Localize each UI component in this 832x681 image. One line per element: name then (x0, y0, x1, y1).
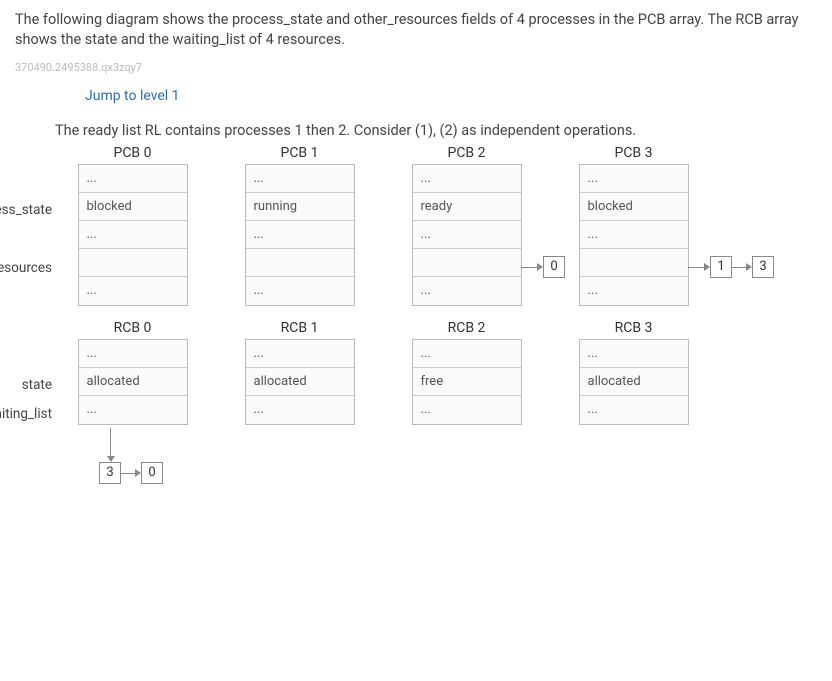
pcb-0-title: PCB 0 (55, 145, 210, 161)
rcb-3-row0: ... (580, 340, 688, 368)
rcb-section: state waiting_list RCB 0 ... allocated .… (55, 320, 817, 425)
rcb-0-waiting-list: ... (79, 396, 187, 424)
rcb-2-waiting-list: ... (413, 396, 521, 424)
rcb-3-waiting-list: ... (580, 396, 688, 424)
pcb-2-row2: ... (413, 221, 521, 249)
rcb-1-state: allocated (246, 368, 354, 396)
pcb-3-other-resources (580, 249, 688, 277)
pcb-3-resource-3: 3 (752, 256, 774, 278)
pcb-0-row2: ... (79, 221, 187, 249)
pcb-2-row4: ... (413, 277, 521, 305)
pcb-3-resource-1: 1 (710, 256, 732, 278)
instruction-text: The ready list RL contains processes 1 t… (55, 122, 817, 139)
pcb-label-blank2 (0, 283, 60, 312)
pcb-2-process-state: ready (413, 193, 521, 221)
pcb-0-row4: ... (79, 277, 187, 305)
pcb-3-row2: ... (580, 221, 688, 249)
pcb-1-row0: ... (246, 165, 354, 193)
rcb-label-waiting-list: waiting_list (0, 400, 60, 429)
pcb-1: PCB 1 ... running ... ... (222, 145, 377, 306)
rcb-2-title: RCB 2 (389, 320, 544, 336)
pcb-row-labels: process_state other_resources (0, 167, 60, 312)
pcb-1-other-resources (246, 249, 354, 277)
pcb-2: PCB 2 ... ready ... ... 0 (389, 145, 544, 306)
rcb-3: RCB 3 ... allocated ... (556, 320, 711, 425)
pcb-0: PCB 0 ... blocked ... ... (55, 145, 210, 306)
rcb-row-labels: state waiting_list (0, 342, 60, 429)
rcb-0-wait-0: 0 (141, 462, 163, 484)
meta-id: 370490.2495388.qx3zqy7 (15, 61, 817, 74)
pcb-1-row4: ... (246, 277, 354, 305)
intro-text: The following diagram shows the process_… (15, 10, 817, 51)
pcb-0-other-resources (79, 249, 187, 277)
pcb-label-blank1 (0, 225, 60, 254)
pcb-label-blank0 (0, 167, 60, 196)
jump-level-link[interactable]: Jump to level 1 (85, 88, 180, 104)
pcb-0-process-state: blocked (79, 193, 187, 221)
pcb-3-title: PCB 3 (556, 145, 711, 161)
rcb-2-state: free (413, 368, 521, 396)
pcb-2-title: PCB 2 (389, 145, 544, 161)
rcb-label-blank0 (0, 342, 60, 371)
pcb-1-row2: ... (246, 221, 354, 249)
pcb-3-row4: ... (580, 277, 688, 305)
rcb-label-state: state (0, 371, 60, 400)
pcb-2-other-resources (413, 249, 521, 277)
pcb-3-row0: ... (580, 165, 688, 193)
rcb-1-row0: ... (246, 340, 354, 368)
rcb-3-title: RCB 3 (556, 320, 711, 336)
rcb-1-waiting-list: ... (246, 396, 354, 424)
rcb-3-state: allocated (580, 368, 688, 396)
rcb-0-state: allocated (79, 368, 187, 396)
diagram-area: process_state other_resources PCB 0 ... … (55, 145, 817, 425)
rcb-1-title: RCB 1 (222, 320, 377, 336)
pcb-label-process-state: process_state (0, 196, 60, 225)
pcb-3-process-state: blocked (580, 193, 688, 221)
rcb-0-row0: ... (79, 340, 187, 368)
rcb-0: RCB 0 ... allocated ... 3 0 (55, 320, 210, 425)
pcb-2-row0: ... (413, 165, 521, 193)
pcb-3: PCB 3 ... blocked ... ... 1 3 (556, 145, 711, 306)
pcb-label-other-resources: other_resources (0, 254, 60, 283)
pcb-1-process-state: running (246, 193, 354, 221)
rcb-0-wait-3: 3 (99, 462, 121, 484)
rcb-1: RCB 1 ... allocated ... (222, 320, 377, 425)
pcb-section: process_state other_resources PCB 0 ... … (55, 145, 817, 306)
rcb-0-title: RCB 0 (55, 320, 210, 336)
rcb-2: RCB 2 ... free ... (389, 320, 544, 425)
pcb-1-title: PCB 1 (222, 145, 377, 161)
pcb-0-row0: ... (79, 165, 187, 193)
rcb-2-row0: ... (413, 340, 521, 368)
